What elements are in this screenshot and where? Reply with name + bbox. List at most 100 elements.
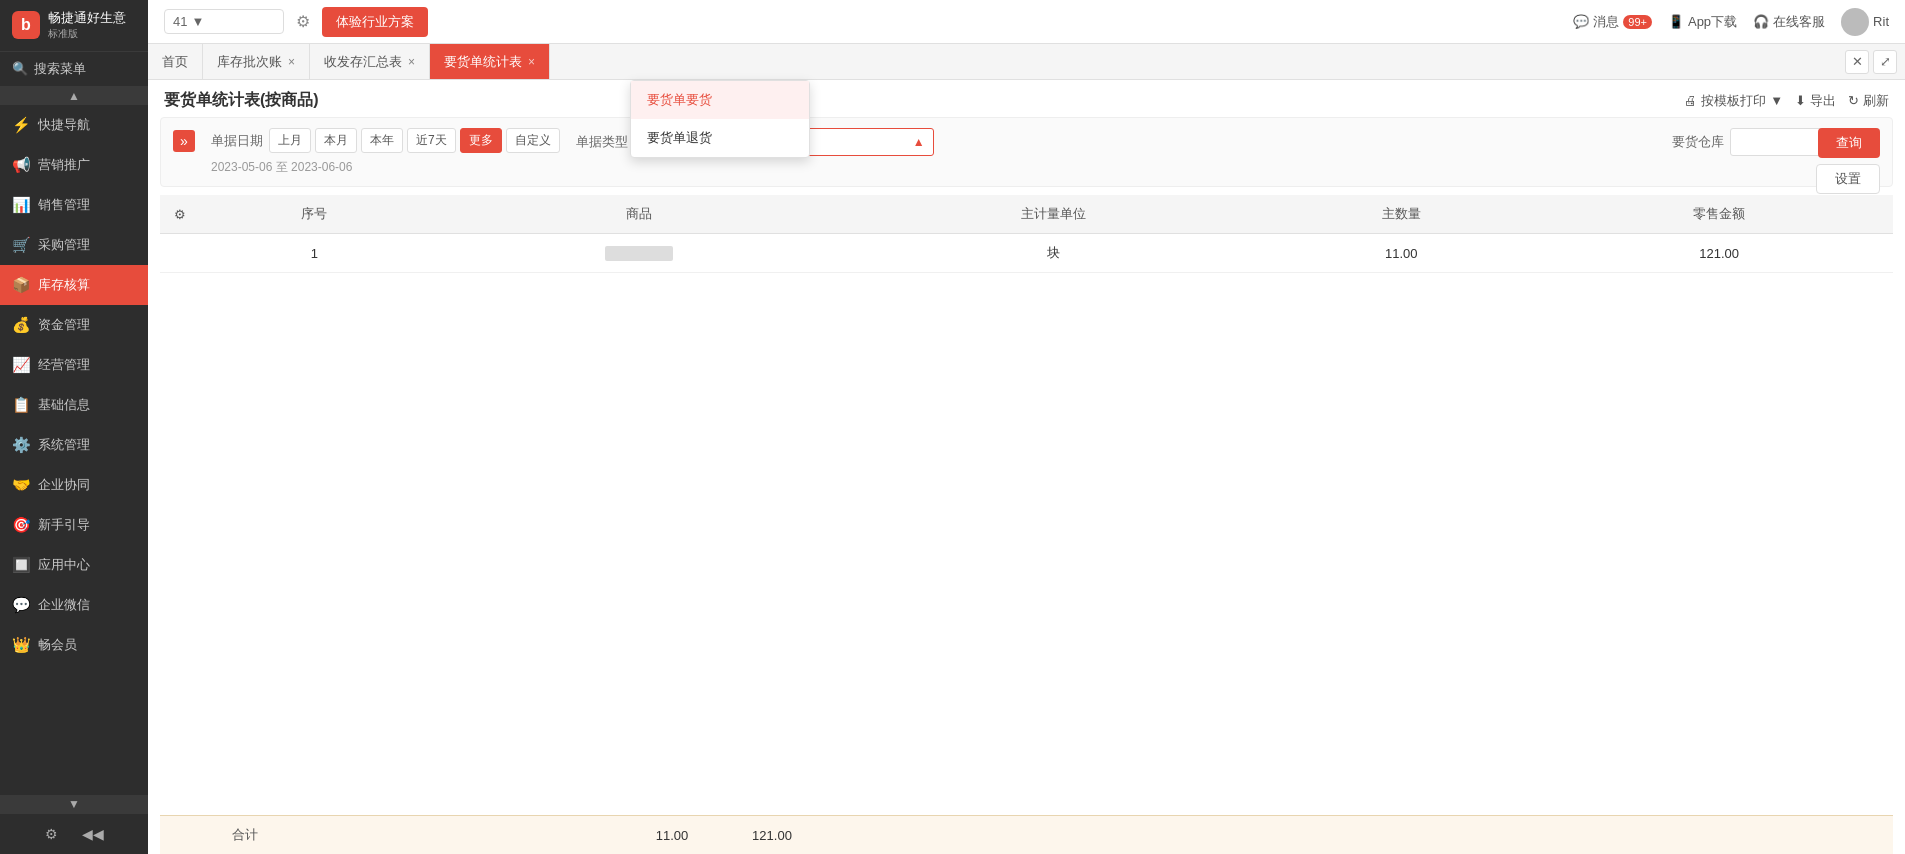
custom-btn[interactable]: 自定义 [506, 128, 560, 153]
scroll-up-btn[interactable]: ▲ [0, 87, 148, 105]
sidebar-item-operations[interactable]: 📈 经营管理 [0, 345, 148, 385]
tab-inventory-batch-close[interactable]: × [288, 55, 295, 69]
store-name: 41 [173, 14, 187, 29]
this-year-btn[interactable]: 本年 [361, 128, 403, 153]
tab-home[interactable]: 首页 [148, 44, 203, 79]
messages-label: 消息 [1593, 13, 1619, 31]
search-menu[interactable]: 🔍 搜索菜单 [0, 52, 148, 87]
date-filter-label: 单据日期 [211, 132, 263, 150]
gear-icon[interactable]: ⚙ [296, 12, 310, 31]
avatar [1841, 8, 1869, 36]
this-month-btn[interactable]: 本月 [315, 128, 357, 153]
sidebar-item-guide[interactable]: 🎯新手引导 [0, 505, 148, 545]
nav-icon-system: ⚙️ [12, 436, 30, 454]
nav-icon-purchase: 🛒 [12, 236, 30, 254]
sidebar-item-app-center[interactable]: 🔲应用中心 [0, 545, 148, 585]
page-header: 要货单统计表(按商品) 🖨 按模板打印 ▼ ⬇ 导出 ↻ 刷新 [148, 80, 1905, 117]
nav-label-marketing: 营销推广 [38, 156, 90, 174]
app-download-item[interactable]: 📱 App下载 [1668, 13, 1737, 31]
last-month-btn[interactable]: 上月 [269, 128, 311, 153]
print-arrow: ▼ [1770, 93, 1783, 108]
print-icon: 🖨 [1684, 93, 1697, 108]
filter-actions: 查询 设置 [1816, 128, 1880, 194]
sidebar-item-sales[interactable]: 📊 销售管理 [0, 185, 148, 225]
nav-icon-marketing: 📢 [12, 156, 30, 174]
sidebar-item-quick-nav[interactable]: ⚡快捷导航 [0, 105, 148, 145]
export-btn[interactable]: ⬇ 导出 [1795, 92, 1836, 110]
nav-label-wechat: 企业微信 [38, 596, 90, 614]
expand-filter-btn[interactable]: » [173, 130, 195, 152]
service-icon: 🎧 [1753, 14, 1769, 29]
col-settings[interactable]: ⚙ [160, 195, 200, 234]
tab-receive-summary-close[interactable]: × [408, 55, 415, 69]
dropdown-item-requisition[interactable]: 要货单要货 [631, 81, 809, 119]
nav-label-operations: 经营管理 [38, 356, 90, 374]
main-area: 41 ▼ ⚙ 体验行业方案 💬 消息 99+ 📱 App下载 🎧 在线客服 Ri… [148, 0, 1905, 854]
settings-filter-btn[interactable]: 设置 [1816, 164, 1880, 194]
type-dropdown: 要货单要货 要货单退货 [630, 80, 810, 158]
nav-label-members: 畅会员 [38, 636, 77, 654]
table-footer: 合计 11.00 121.00 [160, 815, 1893, 854]
tab-inventory-batch[interactable]: 库存批次账 × [203, 44, 310, 79]
down-arrow-icon: ▼ [68, 797, 80, 811]
more-btn[interactable]: 更多 [460, 128, 502, 153]
refresh-label: 刷新 [1863, 92, 1889, 110]
logo-icon: b [12, 11, 40, 39]
last-7-days-btn[interactable]: 近7天 [407, 128, 456, 153]
col-row-num: 序号 [200, 195, 429, 234]
scroll-down-btn[interactable]: ▼ [0, 795, 148, 813]
cell-amount-0: 121.00 [1545, 234, 1893, 273]
query-btn[interactable]: 查询 [1818, 128, 1880, 158]
tab-requisition-stats[interactable]: 要货单统计表 × [430, 44, 550, 79]
sidebar-item-purchase[interactable]: 🛒 采购管理 [0, 225, 148, 265]
dropdown-item-return[interactable]: 要货单退货 [631, 119, 809, 157]
nav-label-sales: 销售管理 [38, 196, 90, 214]
print-btn[interactable]: 🖨 按模板打印 ▼ [1684, 92, 1783, 110]
sidebar-settings-btn[interactable]: ⚙ [37, 822, 66, 846]
nav-icon-app-center: 🔲 [12, 556, 30, 574]
export-label: 导出 [1810, 92, 1836, 110]
footer-amount: 121.00 [722, 828, 822, 843]
print-label: 按模板打印 [1701, 92, 1766, 110]
sidebar-collapse-btn[interactable]: ◀◀ [74, 822, 112, 846]
date-range-text: 2023-05-06 至 2023-06-06 [211, 159, 560, 176]
close-tab-btn[interactable]: ✕ [1845, 50, 1869, 74]
tab-receive-summary[interactable]: 收发存汇总表 × [310, 44, 430, 79]
sidebar-item-members[interactable]: 👑畅会员 [0, 625, 148, 665]
tab-home-label: 首页 [162, 53, 188, 71]
col-unit: 主计量单位 [850, 195, 1257, 234]
sidebar-item-basics[interactable]: 📋基础信息 [0, 385, 148, 425]
nav-label-guide: 新手引导 [38, 516, 90, 534]
online-service-item[interactable]: 🎧 在线客服 [1753, 13, 1825, 31]
nav-icon-sales: 📊 [12, 196, 30, 214]
nav-icon-operations: 📈 [12, 356, 30, 374]
type-filter-label: 单据类型 [576, 133, 628, 151]
store-selector[interactable]: 41 ▼ [164, 9, 284, 34]
cell-unit-0: 块 [850, 234, 1257, 273]
cell-rownum-0: 1 [200, 234, 429, 273]
sidebar-item-enterprise[interactable]: 🤝企业协同 [0, 465, 148, 505]
sidebar-item-finance[interactable]: 💰资金管理 [0, 305, 148, 345]
user-profile[interactable]: Rit [1841, 8, 1889, 36]
industry-btn[interactable]: 体验行业方案 [322, 7, 428, 37]
messages-item[interactable]: 💬 消息 99+ [1573, 13, 1652, 31]
sidebar-logo: b 畅捷通好生意 标准版 [0, 0, 148, 52]
col-amount: 零售金额 [1545, 195, 1893, 234]
nav-label-purchase: 采购管理 [38, 236, 90, 254]
sidebar-item-system[interactable]: ⚙️系统管理 [0, 425, 148, 465]
footer-label: 合计 [172, 826, 622, 844]
topbar: 41 ▼ ⚙ 体验行业方案 💬 消息 99+ 📱 App下载 🎧 在线客服 Ri… [148, 0, 1905, 44]
table-header-row: ⚙ 序号 商品 主计量单位 主数量 零售金额 [160, 195, 1893, 234]
sidebar-item-wechat[interactable]: 💬 企业微信 [0, 585, 148, 625]
sidebar-item-inventory[interactable]: 📦库存核算 [0, 265, 148, 305]
sidebar-item-marketing[interactable]: 📢 营销推广 [0, 145, 148, 185]
export-icon: ⬇ [1795, 93, 1806, 108]
refresh-btn[interactable]: ↻ 刷新 [1848, 92, 1889, 110]
expand-tabs-btn[interactable]: ⤢ [1873, 50, 1897, 74]
tab-inventory-batch-label: 库存批次账 [217, 53, 282, 71]
tab-requisition-stats-close[interactable]: × [528, 55, 535, 69]
cell-quantity-0: 11.00 [1257, 234, 1545, 273]
nav-label-enterprise: 企业协同 [38, 476, 90, 494]
nav-icon-wechat: 💬 [12, 596, 30, 614]
up-arrow-icon: ▲ [68, 89, 80, 103]
